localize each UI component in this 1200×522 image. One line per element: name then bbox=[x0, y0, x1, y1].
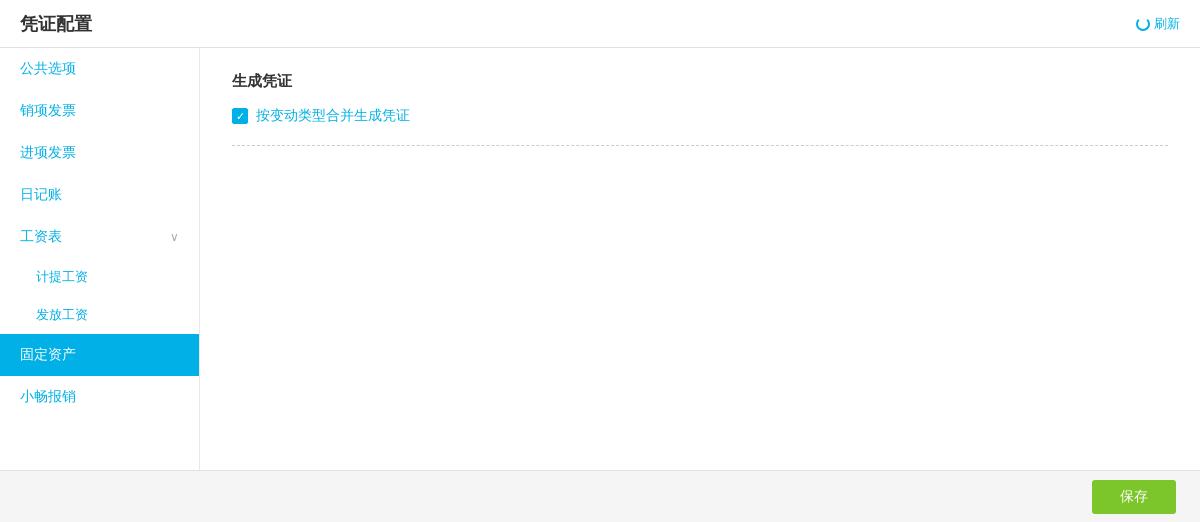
sidebar-item-purchase-invoice[interactable]: 进项发票 bbox=[0, 132, 199, 174]
sidebar-item-sales-invoice[interactable]: 销项发票 bbox=[0, 90, 199, 132]
sidebar-item-fixed-assets[interactable]: 固定资产 bbox=[0, 334, 199, 376]
check-icon: ✓ bbox=[236, 111, 245, 122]
refresh-icon bbox=[1136, 17, 1150, 31]
header: 凭证配置 刷新 bbox=[0, 0, 1200, 48]
sidebar-item-label: 工资表 bbox=[20, 228, 62, 246]
sidebar-item-label: 固定资产 bbox=[20, 346, 76, 364]
sidebar-item-label: 小畅报销 bbox=[20, 388, 76, 406]
page-wrapper: 凭证配置 刷新 公共选项 销项发票 进项发票 日记账 工资表 ∨ bbox=[0, 0, 1200, 522]
checkbox-label[interactable]: 按变动类型合并生成凭证 bbox=[256, 107, 410, 125]
page-title: 凭证配置 bbox=[20, 12, 92, 36]
refresh-label: 刷新 bbox=[1154, 15, 1180, 33]
sidebar-item-payroll-accrual[interactable]: 计提工资 bbox=[0, 258, 199, 296]
sidebar-item-public[interactable]: 公共选项 bbox=[0, 48, 199, 90]
save-button[interactable]: 保存 bbox=[1092, 480, 1176, 514]
refresh-button[interactable]: 刷新 bbox=[1136, 15, 1180, 33]
sidebar-item-payroll-issue[interactable]: 发放工资 bbox=[0, 296, 199, 334]
sidebar-item-expense[interactable]: 小畅报销 bbox=[0, 376, 199, 418]
merge-checkbox[interactable]: ✓ bbox=[232, 108, 248, 124]
sidebar-item-journal[interactable]: 日记账 bbox=[0, 174, 199, 216]
sidebar-sub-item-label: 发放工资 bbox=[36, 307, 88, 322]
sidebar-item-payroll[interactable]: 工资表 ∨ bbox=[0, 216, 199, 258]
section-title: 生成凭证 bbox=[232, 72, 1168, 91]
sidebar-item-label: 日记账 bbox=[20, 186, 62, 204]
sidebar-sub-item-label: 计提工资 bbox=[36, 269, 88, 284]
sidebar-item-label: 销项发票 bbox=[20, 102, 76, 120]
divider bbox=[232, 145, 1168, 146]
checkbox-row: ✓ 按变动类型合并生成凭证 bbox=[232, 107, 1168, 125]
main-content: 生成凭证 ✓ 按变动类型合并生成凭证 bbox=[200, 48, 1200, 470]
sidebar-item-label: 公共选项 bbox=[20, 60, 76, 78]
sidebar: 公共选项 销项发票 进项发票 日记账 工资表 ∨ 计提工资 发放工资 固定资 bbox=[0, 48, 200, 470]
chevron-down-icon: ∨ bbox=[170, 230, 179, 244]
sidebar-item-label: 进项发票 bbox=[20, 144, 76, 162]
footer: 保存 bbox=[0, 470, 1200, 522]
body: 公共选项 销项发票 进项发票 日记账 工资表 ∨ 计提工资 发放工资 固定资 bbox=[0, 48, 1200, 470]
